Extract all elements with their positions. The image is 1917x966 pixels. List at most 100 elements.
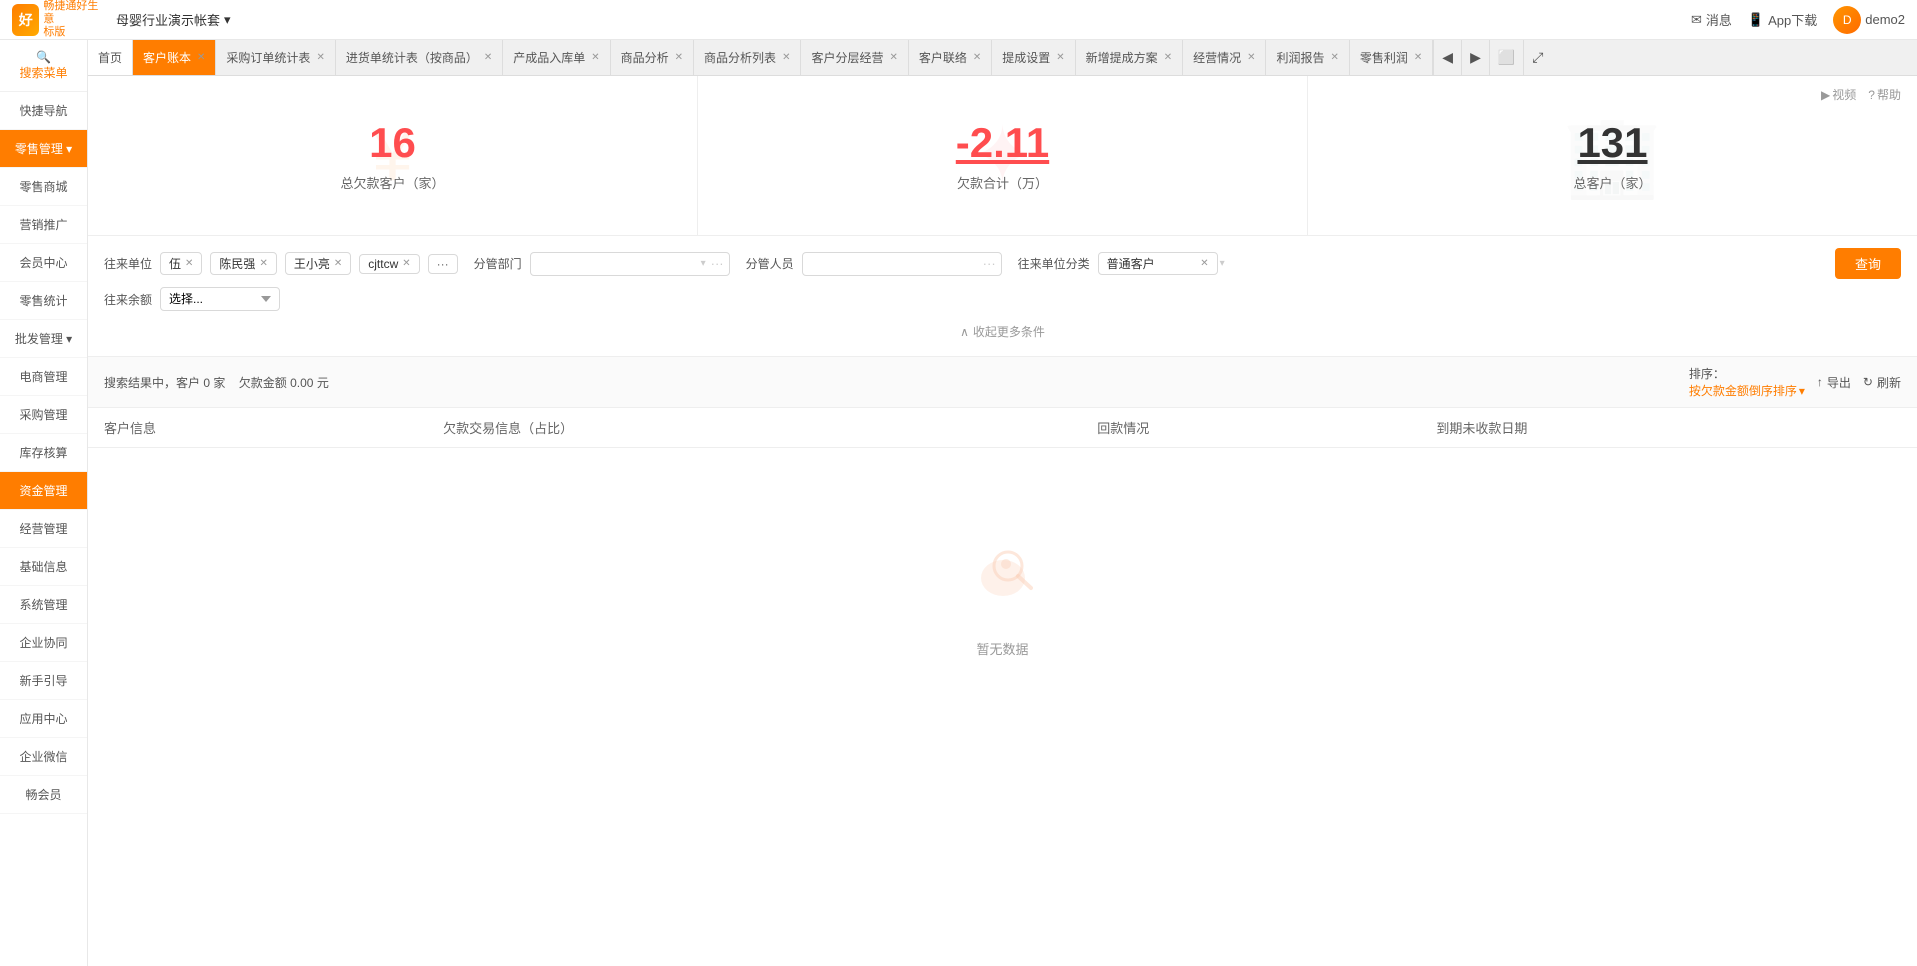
filter-tag-chen: 陈民强 ✕ (210, 252, 276, 275)
col-debt-info: 欠款交易信息（占比） (427, 408, 1081, 448)
filter-more-tags-btn[interactable]: ··· (428, 254, 458, 274)
search-icon: 🔍 (36, 50, 51, 64)
tab-customer-contact[interactable]: 客户联络 ✕ (909, 40, 992, 76)
top-bar: 好 畅捷通好生意 标版 母婴行业演示帐套 ▾ ✉ 消息 📱 App下载 D de… (0, 0, 1917, 40)
sidebar-item-member[interactable]: 会员中心 (0, 244, 87, 282)
tab-nav-fullscreen[interactable]: ⤢ (1523, 40, 1551, 76)
stat-card-debt: ✦ -2.11 欠款合计（万） (698, 76, 1308, 235)
sidebar: 🔍 搜索菜单 快捷导航 零售管理 ▾ 零售商城 营销推广 会员中心 零售统计 批… (0, 40, 88, 966)
sidebar-item-retail-store[interactable]: 零售商城 (0, 168, 87, 206)
col-customer-info: 客户信息 (88, 408, 427, 448)
sidebar-item-ecommerce[interactable]: 电商管理 (0, 358, 87, 396)
results-amount: 0.00 (290, 376, 313, 390)
tab-nav-expand[interactable]: ⬜ (1489, 40, 1523, 76)
sidebar-item-app-center[interactable]: 应用中心 (0, 700, 87, 738)
tab-close-retail-profit[interactable]: ✕ (1414, 52, 1422, 63)
tab-close-new-boost-plan[interactable]: ✕ (1164, 52, 1172, 63)
sort-button[interactable]: 按欠款金额倒序排序 ▾ (1689, 382, 1805, 399)
tab-close-product-instock[interactable]: ✕ (591, 52, 599, 63)
sidebar-item-ops[interactable]: 经营管理 (0, 510, 87, 548)
tab-nav-right[interactable]: ▶ (1461, 40, 1489, 76)
tab-boost-settings[interactable]: 提成设置 ✕ (992, 40, 1075, 76)
category-input-wrap: 普通客户 ✕ ▾ (1098, 252, 1225, 275)
tab-profit-report[interactable]: 利润报告 ✕ (1266, 40, 1349, 76)
company-selector[interactable]: 母婴行业演示帐套 ▾ (108, 6, 239, 33)
stat-label-customers: 总欠款客户（家） (340, 173, 444, 192)
filter-tag-chen-close[interactable]: ✕ (259, 258, 267, 269)
sidebar-item-inventory[interactable]: 库存核算 (0, 434, 87, 472)
tab-retail-profit[interactable]: 零售利润 ✕ (1350, 40, 1433, 76)
sidebar-item-finance[interactable]: 资金管理 (0, 472, 87, 510)
balance-select[interactable]: 选择... (160, 287, 280, 311)
dept-filter-label: 分管部门 (474, 255, 522, 272)
tab-product-instock[interactable]: 产成品入库单 ✕ (503, 40, 610, 76)
tab-purchase-order-stats[interactable]: 采购订单统计表 ✕ (216, 40, 335, 76)
sidebar-item-basic-info[interactable]: 基础信息 (0, 548, 87, 586)
tab-stock-stats[interactable]: 进货单统计表（按商品） ✕ (336, 40, 503, 76)
category-tag-close[interactable]: ✕ (1200, 258, 1208, 269)
filter-tag-cjttcw: cjttcw ✕ (359, 254, 419, 274)
tab-close-stock-stats[interactable]: ✕ (484, 52, 492, 63)
tab-close-customer-book[interactable]: ✕ (197, 52, 205, 63)
person-input-wrap: ··· (802, 252, 1002, 276)
sidebar-item-member-vip[interactable]: 畅会员 (0, 776, 87, 814)
filter-tag-wu-close[interactable]: ✕ (185, 258, 193, 269)
stat-label-debt: 欠款合计（万） (957, 173, 1048, 192)
tab-close-operations[interactable]: ✕ (1247, 52, 1255, 63)
app-download-label: App下载 (1768, 10, 1817, 29)
tab-customer-segment[interactable]: 客户分层经营 ✕ (801, 40, 908, 76)
collapse-button[interactable]: ∧ 收起更多条件 (956, 319, 1049, 344)
top-bar-right: ✉ 消息 📱 App下载 D demo2 (1691, 6, 1905, 34)
tab-nav-left[interactable]: ◀ (1433, 40, 1461, 76)
help-btn[interactable]: ? 帮助 (1868, 86, 1901, 103)
export-button[interactable]: ↑ 导出 (1817, 374, 1851, 391)
tab-operations[interactable]: 经营情况 ✕ (1183, 40, 1266, 76)
sidebar-item-quick-nav[interactable]: 快捷导航 (0, 92, 87, 130)
app-download-action[interactable]: 📱 App下载 (1748, 10, 1817, 29)
user-action[interactable]: D demo2 (1833, 6, 1905, 34)
sidebar-item-marketing[interactable]: 营销推广 (0, 206, 87, 244)
sidebar-item-purchase[interactable]: 采购管理 (0, 396, 87, 434)
sidebar-item-new-guide[interactable]: 新手引导 (0, 662, 87, 700)
content-area: 首页 客户账本 ✕ 采购订单统计表 ✕ 进货单统计表（按商品） ✕ 产成品入库单… (88, 40, 1917, 966)
tab-close-profit-report[interactable]: ✕ (1331, 52, 1339, 63)
logo-area: 好 畅捷通好生意 标版 (12, 0, 100, 39)
person-input[interactable] (802, 252, 1002, 276)
sidebar-item-enterprise[interactable]: 企业协同 (0, 624, 87, 662)
tab-close-purchase-order-stats[interactable]: ✕ (316, 52, 324, 63)
sidebar-item-sys-mgmt[interactable]: 系统管理 (0, 586, 87, 624)
sidebar-item-wholesale[interactable]: 批发管理 ▾ (0, 320, 87, 358)
top-bar-left: 好 畅捷通好生意 标版 母婴行业演示帐套 ▾ (12, 0, 239, 39)
sidebar-item-retail-stats[interactable]: 零售统计 (0, 282, 87, 320)
message-label: 消息 (1706, 10, 1732, 29)
sidebar-item-retail-mgmt[interactable]: 零售管理 ▾ (0, 130, 87, 168)
tab-close-boost-settings[interactable]: ✕ (1056, 52, 1064, 63)
tab-close-product-analysis[interactable]: ✕ (675, 52, 683, 63)
table-header-row: 客户信息 欠款交易信息（占比） 回款情况 到期未收款日期 (88, 408, 1917, 448)
col-due-date: 到期未收款日期 (1420, 408, 1917, 448)
refresh-button[interactable]: ↻ 刷新 (1863, 374, 1901, 391)
balance-filter-label: 往来余额 (104, 291, 152, 308)
tab-home[interactable]: 首页 (88, 40, 133, 76)
filter-tag-cjttcw-close[interactable]: ✕ (402, 258, 410, 269)
sort-chevron-icon: ▾ (1799, 384, 1805, 398)
message-action[interactable]: ✉ 消息 (1691, 10, 1732, 29)
sidebar-item-enterprise-wechat[interactable]: 企业微信 (0, 738, 87, 776)
filter-tag-wang-close[interactable]: ✕ (334, 258, 342, 269)
query-button[interactable]: 查询 (1835, 248, 1901, 279)
filter-row-2: 往来余额 选择... (104, 287, 1901, 311)
empty-state: 暂无数据 (88, 448, 1917, 738)
sidebar-search[interactable]: 🔍 搜索菜单 (0, 40, 87, 92)
video-help: ▶ 视频 ? 帮助 (1821, 86, 1901, 103)
tab-close-product-analysis-list[interactable]: ✕ (782, 52, 790, 63)
tab-new-boost-plan[interactable]: 新增提成方案 ✕ (1076, 40, 1183, 76)
username-label: demo2 (1865, 12, 1905, 27)
tab-product-analysis-list[interactable]: 商品分析列表 ✕ (694, 40, 801, 76)
stat-value-debt: -2.11 (956, 119, 1049, 167)
person-input-dots: ··· (983, 256, 996, 271)
tab-product-analysis[interactable]: 商品分析 ✕ (611, 40, 694, 76)
tab-close-customer-contact[interactable]: ✕ (973, 52, 981, 63)
video-btn[interactable]: ▶ 视频 (1821, 86, 1856, 103)
tab-close-customer-segment[interactable]: ✕ (889, 52, 897, 63)
tab-customer-book[interactable]: 客户账本 ✕ (133, 40, 216, 76)
